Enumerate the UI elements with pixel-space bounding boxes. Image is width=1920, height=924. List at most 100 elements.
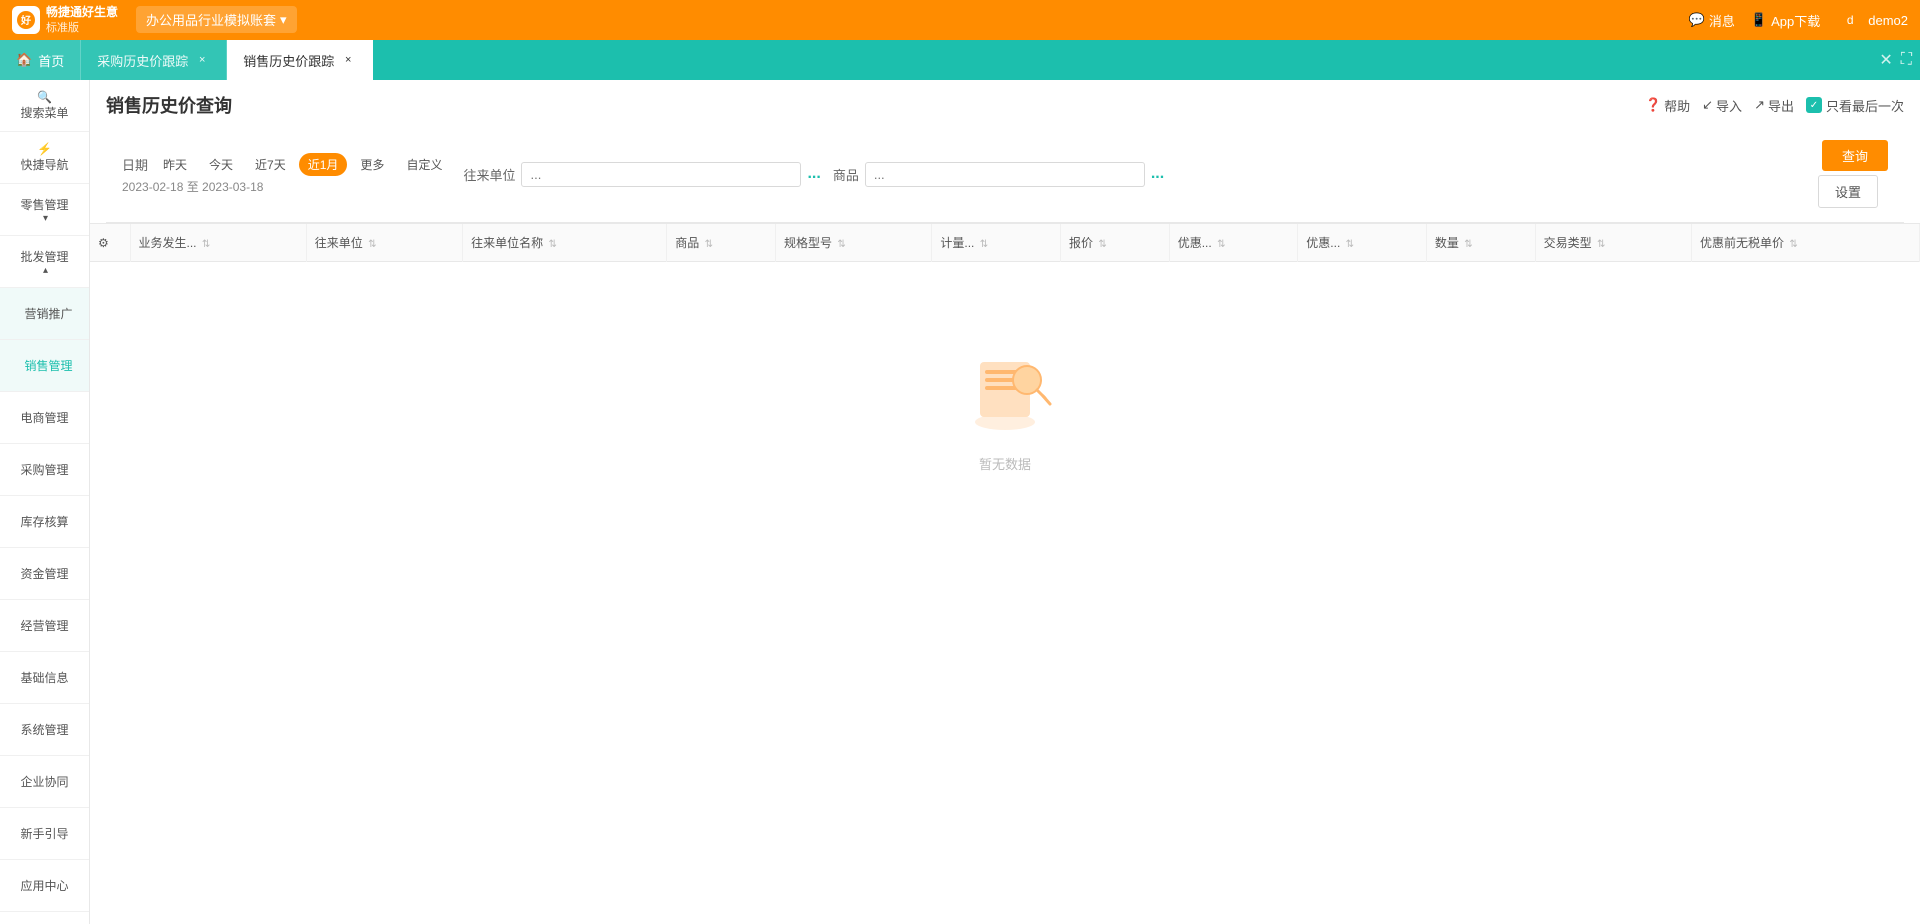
help-action[interactable]: ❓ 帮助 (1645, 96, 1690, 115)
top-bar-left: 好 畅捷通好生意 标准版 办公用品行业模拟账套 ▾ (12, 5, 297, 35)
import-icon: ↙ (1702, 97, 1713, 113)
tab-bar: 🏠 首页 采购历史价跟踪 × 销售历史价跟踪 × ✕ ⛶ (0, 40, 1920, 80)
top-bar-right: 💬 消息 📱 App下载 d demo2 (1689, 6, 1908, 34)
export-icon: ↗ (1754, 97, 1765, 113)
workspace-selector[interactable]: 办公用品行业模拟账套 ▾ (136, 6, 297, 33)
th-unit[interactable]: 计量... ⇅ (932, 224, 1061, 262)
tab-purchase-history[interactable]: 采购历史价跟踪 × (81, 40, 227, 80)
th-discount1[interactable]: 优惠... ⇅ (1169, 224, 1298, 262)
sidebar: 🔍 搜索菜单 ⚡ 快捷导航 零售管理 ▾ 批发管理 ▴ 营销推广 销售管理 (0, 80, 90, 924)
th-trade-type[interactable]: 交易类型 ⇅ (1535, 224, 1691, 262)
message-icon: 💬 (1689, 12, 1705, 28)
table-header: ⚙ 业务发生... ⇅ 往来单位 ⇅ 往来单位名称 ⇅ (90, 224, 1920, 262)
date-btn-1month[interactable]: 近1月 (299, 153, 348, 176)
sidebar-item-marketing[interactable]: 营销推广 (0, 288, 89, 340)
settings-button[interactable]: 设置 (1818, 175, 1878, 208)
only-last-checkbox[interactable]: ✓ 只看最后一次 (1806, 96, 1904, 115)
chevron-icon: ▴ (43, 265, 48, 276)
th-business-date[interactable]: 业务发生... ⇅ (130, 224, 306, 262)
content-area: 销售历史价查询 ❓ 帮助 ↙ 导入 ↗ 导出 (90, 80, 1920, 924)
query-actions: 查询 设置 (1814, 140, 1888, 208)
sidebar-item-inventory[interactable]: 库存核算 (0, 496, 89, 548)
sidebar-item-search[interactable]: 🔍 搜索菜单 (0, 80, 89, 132)
maximize-btn[interactable]: ⛶ (1901, 51, 1912, 69)
avatar: d (1836, 6, 1864, 34)
date-btn-more[interactable]: 更多 (351, 153, 393, 176)
date-btn-custom[interactable]: 自定义 (397, 153, 451, 176)
th-pre-tax[interactable]: 优惠前无税单价 ⇅ (1692, 224, 1920, 262)
product-filter: 商品 ... (833, 162, 1164, 187)
sidebar-item-retail[interactable]: 零售管理 ▾ (0, 184, 89, 236)
sidebar-item-operations[interactable]: 经营管理 (0, 600, 89, 652)
sidebar-item-enterprise[interactable]: 企业协同 (0, 756, 89, 808)
page-title: 销售历史价查询 (106, 92, 232, 118)
checkbox-icon: ✓ (1806, 97, 1822, 113)
empty-icon (955, 342, 1055, 442)
empty-state: 暂无数据 (90, 262, 1920, 553)
help-icon: ❓ (1645, 97, 1661, 113)
chevron-icon: ▾ (43, 213, 48, 224)
empty-text: 暂无数据 (979, 454, 1031, 473)
date-btn-today[interactable]: 今天 (200, 153, 242, 176)
product-dots-btn[interactable]: ... (1151, 165, 1164, 183)
search-icon: 🔍 (37, 90, 52, 104)
page-header: 销售历史价查询 ❓ 帮助 ↙ 导入 ↗ 导出 (90, 80, 1920, 224)
sidebar-item-wholesale[interactable]: 批发管理 ▴ (0, 236, 89, 288)
shortcut-icon: ⚡ (37, 142, 52, 156)
sidebar-item-sales-mgmt[interactable]: 销售管理 (0, 340, 89, 392)
message-action[interactable]: 💬 消息 (1689, 11, 1735, 30)
product-input[interactable] (865, 162, 1145, 187)
main-area: 🔍 搜索菜单 ⚡ 快捷导航 零售管理 ▾ 批发管理 ▴ 营销推广 销售管理 (0, 80, 1920, 924)
source-filter: 往来单位 ... (463, 162, 820, 187)
sidebar-item-finance[interactable]: 资金管理 (0, 548, 89, 600)
sidebar-item-shortcut[interactable]: ⚡ 快捷导航 (0, 132, 89, 184)
sidebar-item-basic-info[interactable]: 基础信息 (0, 652, 89, 704)
import-action[interactable]: ↙ 导入 (1702, 96, 1742, 115)
th-partner-name[interactable]: 往来单位名称 ⇅ (463, 224, 667, 262)
sidebar-item-purchase[interactable]: 采购管理 (0, 444, 89, 496)
th-spec[interactable]: 规格型号 ⇅ (775, 224, 931, 262)
tab-close-purchase[interactable]: × (194, 52, 210, 68)
th-quantity[interactable]: 数量 ⇅ (1426, 224, 1535, 262)
date-buttons: 昨天 今天 近7天 近1月 更多 自定义 (154, 153, 451, 176)
th-settings[interactable]: ⚙ (90, 224, 130, 262)
date-btn-yesterday[interactable]: 昨天 (154, 153, 196, 176)
th-quote[interactable]: 报价 ⇅ (1060, 224, 1169, 262)
sidebar-item-wechat[interactable]: 企业微信 (0, 912, 89, 924)
date-range-display: 2023-02-18 至 2023-03-18 (122, 178, 451, 195)
export-action[interactable]: ↗ 导出 (1754, 96, 1794, 115)
page-title-row: 销售历史价查询 ❓ 帮助 ↙ 导入 ↗ 导出 (106, 92, 1904, 118)
top-bar: 好 畅捷通好生意 标准版 办公用品行业模拟账套 ▾ 💬 消息 📱 App下载 (0, 0, 1920, 40)
date-filter: 日期 昨天 今天 近7天 近1月 更多 自定义 2023-02-18 至 202… (122, 153, 451, 195)
filter-bar: 日期 昨天 今天 近7天 近1月 更多 自定义 2023-02-18 至 202… (106, 130, 1904, 223)
logo-text: 畅捷通好生意 标准版 (46, 5, 118, 35)
th-partner[interactable]: 往来单位 ⇅ (306, 224, 462, 262)
close-window-btn[interactable]: ✕ (1879, 50, 1892, 70)
logo-icon: 好 (12, 6, 40, 34)
source-input[interactable] (521, 162, 801, 187)
tab-sales-history[interactable]: 销售历史价跟踪 × (227, 40, 373, 80)
th-discount2[interactable]: 优惠... ⇅ (1298, 224, 1427, 262)
user-action[interactable]: d demo2 (1836, 6, 1908, 34)
logo-area: 好 畅捷通好生意 标准版 (12, 5, 118, 35)
tab-bar-end: ✕ ⛶ (1871, 40, 1920, 80)
date-filter-btns: 日期 昨天 今天 近7天 近1月 更多 自定义 (122, 153, 451, 176)
table-section: ⚙ 业务发生... ⇅ 往来单位 ⇅ 往来单位名称 ⇅ (90, 224, 1920, 924)
svg-text:好: 好 (20, 14, 31, 27)
app-download-action[interactable]: 📱 App下载 (1751, 11, 1820, 30)
page-actions: ❓ 帮助 ↙ 导入 ↗ 导出 ✓ 只看最后一次 (1645, 96, 1904, 115)
sidebar-item-system[interactable]: 系统管理 (0, 704, 89, 756)
tab-close-sales[interactable]: × (340, 52, 356, 68)
sidebar-item-guide[interactable]: 新手引导 (0, 808, 89, 860)
home-icon: 🏠 (16, 52, 32, 68)
sidebar-item-ecommerce[interactable]: 电商管理 (0, 392, 89, 444)
query-button[interactable]: 查询 (1822, 140, 1888, 171)
tab-home[interactable]: 🏠 首页 (0, 40, 81, 80)
th-product[interactable]: 商品 ⇅ (667, 224, 776, 262)
sidebar-item-app-center[interactable]: 应用中心 (0, 860, 89, 912)
data-table: ⚙ 业务发生... ⇅ 往来单位 ⇅ 往来单位名称 ⇅ (90, 224, 1920, 262)
chevron-down-icon: ▾ (280, 12, 287, 28)
source-dots-btn[interactable]: ... (807, 165, 820, 183)
app-icon: 📱 (1751, 12, 1767, 28)
date-btn-7days[interactable]: 近7天 (246, 153, 295, 176)
